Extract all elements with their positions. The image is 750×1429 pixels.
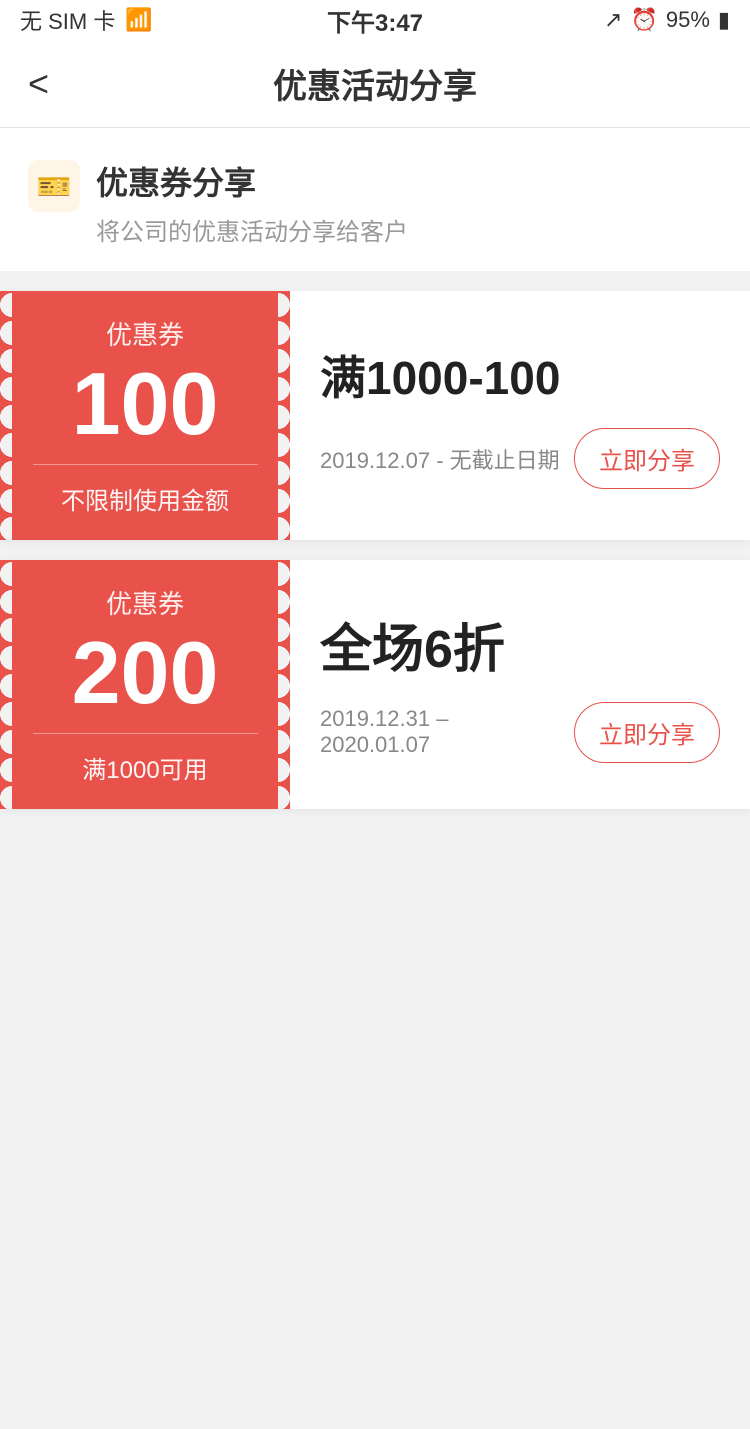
coupon-label-1: 优惠券: [106, 315, 184, 352]
coupon-name-1: 满1000-100: [320, 342, 720, 408]
coupon-divider-2: [33, 733, 258, 734]
nav-title: 优惠活动分享: [273, 59, 477, 108]
battery-text: 95%: [666, 7, 710, 33]
coupon-date-2: 2019.12.31 – 2020.01.07: [320, 706, 564, 758]
coupon-left-2: 优惠券 200 满1000可用: [0, 560, 290, 809]
nav-bar: < 优惠活动分享: [0, 40, 750, 128]
coupon-card-1: 优惠券 100 不限制使用金额 满1000-100 2019.12.07 - 无…: [0, 291, 750, 540]
coupon-share-icon: 🎫: [28, 160, 80, 212]
coupon-card-2: 优惠券 200 满1000可用 全场6折 2019.12.31 – 2020.0…: [0, 560, 750, 809]
location-icon: ↗: [604, 7, 622, 33]
coupon-amount-1: 100: [72, 360, 219, 448]
coupon-left-1: 优惠券 100 不限制使用金额: [0, 291, 290, 540]
coupon-name-2: 全场6折: [320, 607, 720, 682]
battery-icon: ▮: [718, 7, 730, 33]
alarm-icon: ⏰: [630, 7, 657, 33]
status-time: 下午3:47: [327, 3, 423, 38]
svg-text:🎫: 🎫: [37, 171, 72, 202]
empty-area: [0, 829, 750, 1429]
section-header: 🎫 优惠券分享 将公司的优惠活动分享给客户: [0, 128, 750, 271]
share-button-2[interactable]: 立即分享: [574, 702, 720, 763]
coupon-label-2: 优惠券: [106, 584, 184, 621]
wifi-icon: 📶: [125, 7, 152, 33]
coupon-divider-1: [33, 464, 258, 465]
status-bar: 无 SIM 卡 📶 下午3:47 ↗ ⏰ 95% ▮: [0, 0, 750, 40]
coupon-condition-2: 满1000可用: [82, 750, 207, 785]
coupon-bottom-row-2: 2019.12.31 – 2020.01.07 立即分享: [320, 702, 720, 763]
coupon-right-2: 全场6折 2019.12.31 – 2020.01.07 立即分享: [290, 560, 750, 809]
share-button-1[interactable]: 立即分享: [574, 428, 720, 489]
coupon-amount-2: 200: [72, 629, 219, 717]
coupon-list: 优惠券 100 不限制使用金额 满1000-100 2019.12.07 - 无…: [0, 291, 750, 829]
coupon-bottom-row-1: 2019.12.07 - 无截止日期 立即分享: [320, 428, 720, 489]
coupon-right-1: 满1000-100 2019.12.07 - 无截止日期 立即分享: [290, 291, 750, 540]
carrier-text: 无 SIM 卡: [20, 4, 115, 36]
section-title: 优惠券分享: [96, 158, 408, 204]
coupon-condition-1: 不限制使用金额: [61, 481, 229, 516]
back-button[interactable]: <: [28, 63, 49, 105]
status-carrier: 无 SIM 卡 📶: [20, 4, 153, 36]
section-subtitle: 将公司的优惠活动分享给客户: [96, 212, 408, 247]
coupon-date-1: 2019.12.07 - 无截止日期: [320, 443, 564, 475]
status-indicators: ↗ ⏰ 95% ▮: [604, 7, 730, 33]
